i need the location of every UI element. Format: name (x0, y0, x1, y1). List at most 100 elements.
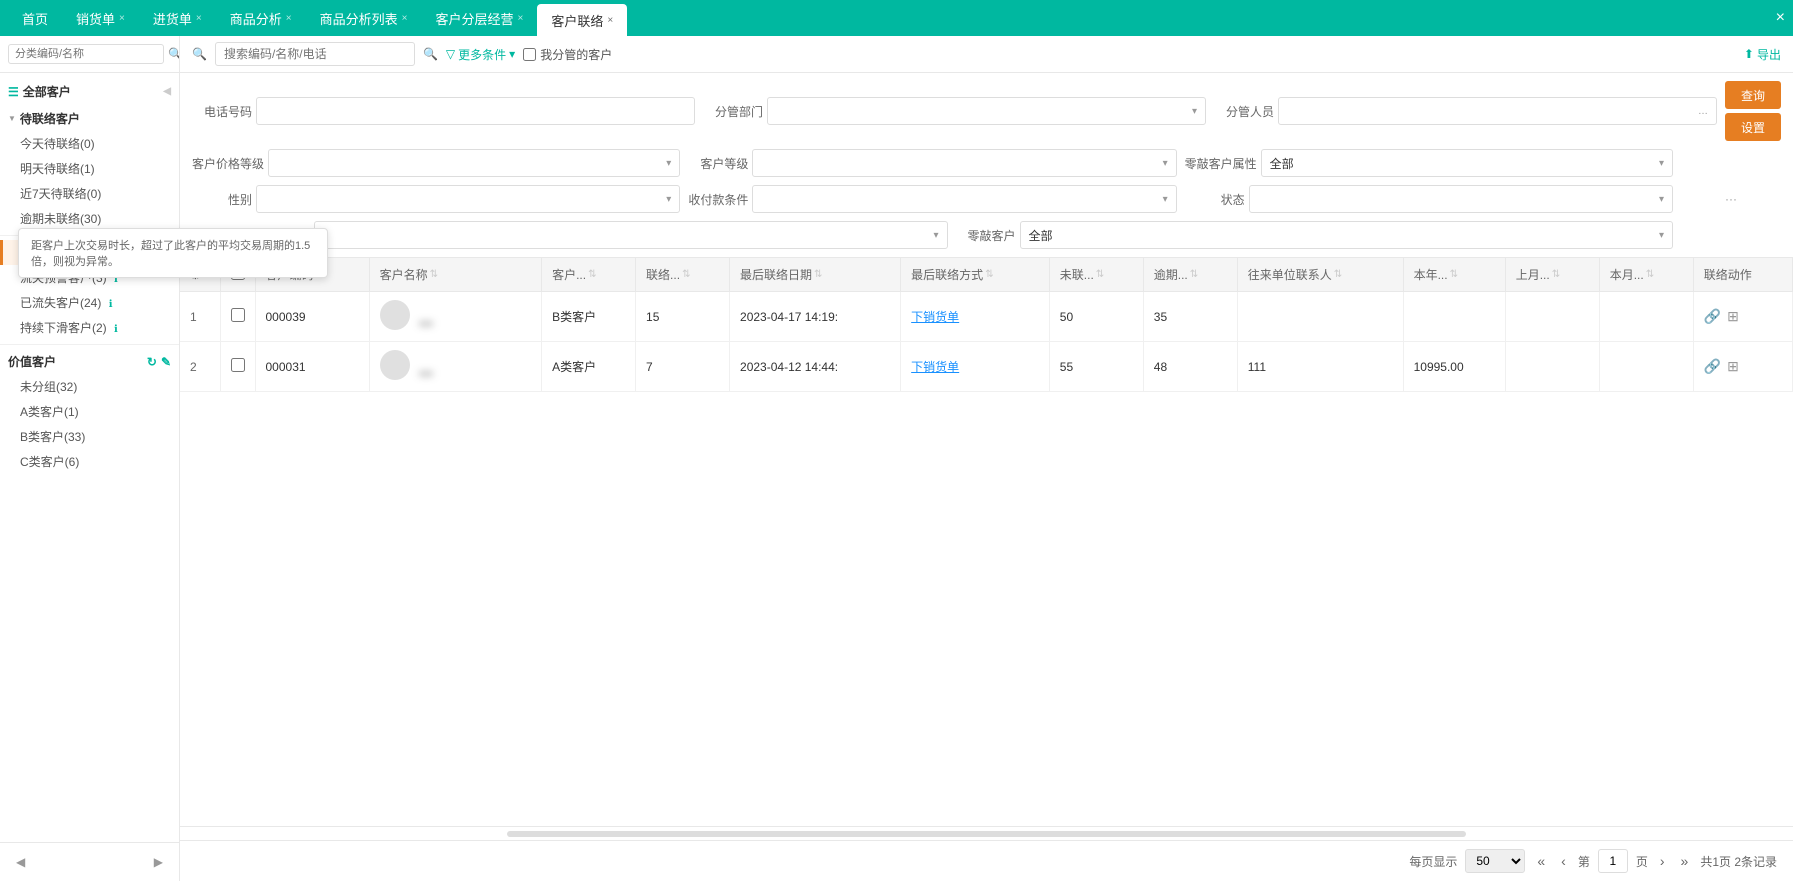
col-type-sort[interactable]: ⇅ (588, 269, 596, 280)
last-method-link-0[interactable]: 下销货单 (911, 310, 959, 324)
sidebar-item-tomorrow-pending[interactable]: 明天待联络(1) (0, 156, 179, 181)
sidebar-item-7days-pending[interactable]: 近7天待联络(0) (0, 181, 179, 206)
gender-select[interactable]: ▾ (256, 185, 680, 213)
col-this-month-sort[interactable]: ⇅ (1646, 269, 1654, 280)
nav-item-home[interactable]: 首页 (8, 0, 62, 36)
prev-page-button[interactable]: ‹ (1557, 853, 1570, 869)
row-this-month-0 (1599, 292, 1693, 342)
col-overdue-header: 逾期... ⇅ (1143, 258, 1237, 292)
page-number-input[interactable] (1598, 849, 1628, 873)
nav-item-goods-list[interactable]: 商品分析列表 × (306, 0, 422, 36)
row-last-month-1 (1505, 342, 1599, 392)
retail-customer-arrow: ▾ (1659, 230, 1664, 241)
nav-item-customer-segment[interactable]: 客户分层经营 × (421, 0, 537, 36)
search-button[interactable]: 🔍 (423, 47, 438, 61)
col-name-header-inner: 客户名称 ⇅ (380, 266, 531, 283)
more-dots[interactable]: ··· (1725, 192, 1737, 206)
retail-customer-value: 全部 (1029, 227, 1053, 244)
col-last-method-sort[interactable]: ⇅ (985, 269, 993, 280)
sidebar-search-area: 🔍 (0, 36, 179, 73)
customer-search-input[interactable] (215, 42, 415, 66)
customer-level-select[interactable]: ▾ (752, 149, 1176, 177)
query-button[interactable]: 查询 (1725, 81, 1781, 109)
customer-type-select[interactable]: ▾ (314, 221, 948, 249)
col-company-contact-sort[interactable]: ⇅ (1334, 269, 1342, 280)
col-last-method-header-inner: 最后联络方式 ⇅ (911, 266, 1039, 283)
row-overdue-1: 48 (1143, 342, 1237, 392)
col-contact-count-sort[interactable]: ⇅ (682, 269, 690, 280)
status-select[interactable]: ▾ (1249, 185, 1673, 213)
my-customers-checkbox-label[interactable]: 我分管的客户 (523, 46, 612, 63)
nav-close-sales[interactable]: × (119, 13, 125, 24)
phone-input[interactable] (256, 97, 695, 125)
col-unprocessed-sort[interactable]: ⇅ (1096, 269, 1104, 280)
more-conditions-button[interactable]: ▽ 更多条件 ▾ (446, 46, 515, 63)
sidebar-item-ungrp[interactable]: 未分组(32) (0, 374, 179, 399)
my-customers-checkbox[interactable] (523, 48, 536, 61)
last-method-link-1[interactable]: 下销货单 (911, 360, 959, 374)
nav-label-goods-list: 商品分析列表 (320, 9, 398, 28)
nav-close-goods-analysis[interactable]: × (286, 13, 292, 24)
nav-item-purchase[interactable]: 进货单 × (139, 0, 216, 36)
dept-select[interactable]: ▾ (767, 97, 1206, 125)
sidebar-prev-arrow[interactable]: ◀ (16, 855, 25, 869)
sidebar-item-today-pending[interactable]: 今天待联络(0) (0, 131, 179, 156)
col-last-date-sort[interactable]: ⇅ (814, 269, 822, 280)
horizontal-scrollbar[interactable] (180, 826, 1793, 840)
link-action-1[interactable]: 🔗 (1704, 358, 1721, 375)
sidebar-item-lost-customers[interactable]: 已流失客户(24) ℹ (0, 290, 179, 315)
staff-label: 分管人员 (1214, 103, 1274, 120)
settings-button[interactable]: 设置 (1725, 113, 1781, 141)
grid-action-1[interactable]: ⊞ (1727, 358, 1739, 375)
window-close-button[interactable]: × (1776, 9, 1785, 27)
col-name-sort[interactable]: ⇅ (430, 269, 438, 280)
next-page-button[interactable]: › (1656, 853, 1669, 869)
nav-close-customer-segment[interactable]: × (517, 13, 523, 24)
filter-row-4: 客户类型 ▾ 零敲客户 全部 ▾ (192, 221, 1781, 249)
sidebar-divider-2 (0, 344, 179, 345)
row-unprocessed-0: 50 (1049, 292, 1143, 342)
customer-level-field: 客户等级 ▾ (688, 149, 1176, 177)
payment-select[interactable]: ▾ (752, 185, 1176, 213)
col-this-year-sort[interactable]: ⇅ (1450, 269, 1458, 280)
retail-customer-select[interactable]: 全部 ▾ (1020, 221, 1674, 249)
row-checkbox[interactable] (231, 308, 245, 322)
page-label: 第 (1578, 853, 1590, 870)
nav-close-purchase[interactable]: × (196, 13, 202, 24)
customer-table: ⚙ 客户编码 ⇅ 客户名称 (180, 258, 1793, 392)
all-customers-label-group: ☰ 全部客户 (8, 83, 71, 100)
link-action-0[interactable]: 🔗 (1704, 308, 1721, 325)
first-page-button[interactable]: « (1533, 853, 1549, 869)
retail-attr-select[interactable]: 全部 ▾ (1261, 149, 1673, 177)
price-level-select[interactable]: ▾ (268, 149, 680, 177)
sidebar-search-icon[interactable]: 🔍 (168, 47, 180, 61)
all-customers-header[interactable]: ☰ 全部客户 ◀ (0, 77, 179, 106)
nav-close-goods-list[interactable]: × (402, 13, 408, 24)
sidebar-item-c-class[interactable]: C类客户(6) (0, 449, 179, 474)
sidebar-next-arrow[interactable]: ▶ (154, 855, 163, 869)
nav-close-customer-contact[interactable]: × (607, 15, 613, 26)
sidebar-search-input[interactable] (8, 44, 164, 64)
value-customer-group[interactable]: 价值客户 ↻ ✎ (0, 349, 179, 374)
sidebar-item-b-class[interactable]: B类客户(33) (0, 424, 179, 449)
value-customer-edit[interactable]: ✎ (161, 355, 171, 369)
row-checkbox[interactable] (231, 358, 245, 372)
value-customer-refresh[interactable]: ↻ (147, 355, 157, 369)
export-button[interactable]: ⬆ 导出 (1744, 46, 1781, 63)
last-page-button[interactable]: » (1677, 853, 1693, 869)
per-page-select[interactable]: 50 20 100 (1465, 849, 1525, 873)
grid-action-0[interactable]: ⊞ (1727, 308, 1739, 325)
scroll-thumb[interactable] (507, 831, 1465, 837)
staff-select[interactable]: … (1278, 97, 1717, 125)
sidebar-item-a-class[interactable]: A类客户(1) (0, 399, 179, 424)
nav-item-customer-contact[interactable]: 客户联络 × (537, 4, 627, 36)
sidebar-item-declining[interactable]: 持续下滑客户(2) ℹ (0, 315, 179, 340)
sidebar-collapse-icon[interactable]: ◀ (163, 86, 171, 97)
pending-contact-group[interactable]: 待联络客户 (0, 106, 179, 131)
value-customer-actions: ↻ ✎ (147, 355, 171, 369)
nav-item-sales[interactable]: 销货单 × (62, 0, 139, 36)
col-overdue-sort[interactable]: ⇅ (1190, 269, 1198, 280)
tooltip-text: 距客户上次交易时长，超过了此客户的平均交易周期的1.5倍，则视为异常。 (180, 240, 310, 268)
nav-item-goods-analysis[interactable]: 商品分析 × (216, 0, 306, 36)
col-last-month-sort[interactable]: ⇅ (1552, 269, 1560, 280)
